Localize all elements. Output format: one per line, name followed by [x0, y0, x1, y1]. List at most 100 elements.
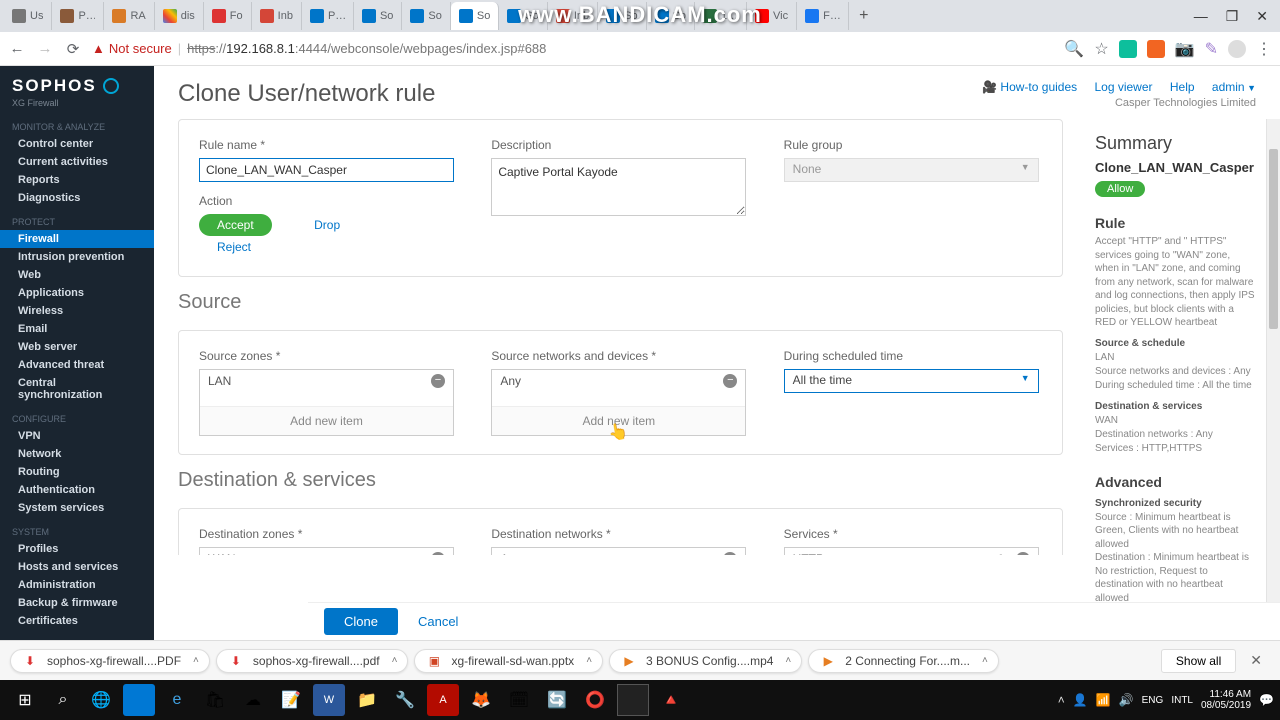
remove-icon[interactable]: −: [723, 374, 737, 388]
tab[interactable]: So: [499, 2, 547, 30]
download-item[interactable]: ⬇sophos-xg-firewall....PDF˄: [10, 649, 210, 673]
clock[interactable]: 11:46 AM08/05/2019: [1201, 689, 1251, 712]
volume-icon[interactable]: 🔊: [1119, 693, 1134, 707]
language-indicator[interactable]: ENG: [1142, 695, 1164, 706]
close-icon[interactable]: ✕: [1256, 8, 1268, 25]
sidebar-item-control-center[interactable]: Control center: [0, 135, 154, 153]
download-item[interactable]: ▶3 BONUS Config....mp4˄: [609, 649, 802, 673]
menu-icon[interactable]: ⋮: [1256, 39, 1272, 59]
sidebar-item-profiles[interactable]: Profiles: [0, 540, 154, 558]
url-field[interactable]: ▲Not secure | https://192.168.8.1:4444/w…: [92, 41, 1054, 56]
sidebar-item-firewall[interactable]: Firewall: [0, 230, 154, 248]
remove-icon[interactable]: −: [1016, 552, 1030, 555]
taskbar-app[interactable]: 📁: [351, 684, 383, 716]
sidebar-item-advanced-threat[interactable]: Advanced threat: [0, 356, 154, 374]
notifications-icon[interactable]: 💬: [1259, 693, 1274, 707]
tab[interactable]: Par: [302, 2, 354, 30]
back-button[interactable]: ←: [8, 40, 26, 57]
tray-icon[interactable]: 👤: [1073, 693, 1088, 707]
tab[interactable]: So: [354, 2, 402, 30]
sidebar-item-routing[interactable]: Routing: [0, 463, 154, 481]
download-item[interactable]: ▶2 Connecting For....m...˄: [808, 649, 999, 673]
taskbar-app[interactable]: W: [313, 684, 345, 716]
sidebar-item-reports[interactable]: Reports: [0, 171, 154, 189]
sidebar-item-central-sync[interactable]: Central synchronization: [0, 374, 154, 404]
tab[interactable]: Psa: [52, 2, 104, 30]
help-link[interactable]: Help: [1170, 80, 1195, 94]
sidebar-item-wireless[interactable]: Wireless: [0, 302, 154, 320]
scrollbar[interactable]: [1266, 119, 1280, 619]
sidebar-item-system-services[interactable]: System services: [0, 499, 154, 517]
search-icon[interactable]: 🔍: [1064, 39, 1084, 59]
taskbar-app[interactable]: A: [427, 684, 459, 716]
taskbar-app[interactable]: 🔄: [541, 684, 573, 716]
sidebar-item-authentication[interactable]: Authentication: [0, 481, 154, 499]
taskbar-app[interactable]: 📝: [275, 684, 307, 716]
tab-active[interactable]: So: [451, 2, 499, 30]
rule-name-input[interactable]: [199, 158, 454, 182]
clone-button[interactable]: Clone: [324, 608, 398, 635]
remove-icon[interactable]: −: [431, 552, 445, 555]
taskbar-app[interactable]: ⭕: [579, 684, 611, 716]
tab[interactable]: 100: [695, 2, 747, 30]
howto-link[interactable]: How-to guides: [982, 80, 1077, 94]
minimize-icon[interactable]: —: [1194, 8, 1208, 25]
action-drop[interactable]: Drop: [296, 214, 358, 236]
dst-net-list[interactable]: Any−: [491, 547, 746, 555]
schedule-select[interactable]: All the time: [784, 369, 1039, 393]
tab[interactable]: So: [647, 2, 695, 30]
forward-button[interactable]: →: [36, 40, 54, 57]
sidebar-item-web[interactable]: Web: [0, 266, 154, 284]
ext-icon[interactable]: [1119, 40, 1137, 58]
action-accept[interactable]: Accept: [199, 214, 272, 236]
rule-group-select[interactable]: None: [784, 158, 1039, 182]
tab[interactable]: Vic: [747, 2, 797, 30]
taskbar-app[interactable]: 🔺: [655, 684, 687, 716]
tab[interactable]: Fo: [204, 2, 252, 30]
admin-menu[interactable]: admin: [1212, 80, 1256, 94]
taskbar-app[interactable]: [617, 684, 649, 716]
ext-icon[interactable]: [1147, 40, 1165, 58]
tab[interactable]: Inb: [252, 2, 302, 30]
sidebar-item-network[interactable]: Network: [0, 445, 154, 463]
edit-icon[interactable]: ✎: [998, 552, 1012, 555]
tab[interactable]: So: [402, 2, 450, 30]
sidebar-item-intrusion[interactable]: Intrusion prevention: [0, 248, 154, 266]
tab[interactable]: So: [598, 2, 646, 30]
tab[interactable]: Us: [4, 2, 52, 30]
sidebar-item-current-activities[interactable]: Current activities: [0, 153, 154, 171]
taskbar-app[interactable]: ☁: [237, 684, 269, 716]
tab[interactable]: Fac: [797, 2, 849, 30]
tray-chevron-icon[interactable]: ˄: [1058, 693, 1065, 707]
remove-icon[interactable]: −: [431, 374, 445, 388]
sidebar-item-web-server[interactable]: Web server: [0, 338, 154, 356]
action-reject[interactable]: Reject: [199, 236, 269, 258]
dst-zones-list[interactable]: WAN−: [199, 547, 454, 555]
wifi-icon[interactable]: 📶: [1096, 693, 1111, 707]
start-button[interactable]: ⊞: [9, 684, 41, 716]
description-input[interactable]: Captive Portal Kayode: [491, 158, 746, 216]
avatar-icon[interactable]: [1228, 40, 1246, 58]
keyboard-indicator[interactable]: INTL: [1171, 695, 1193, 706]
services-list[interactable]: HTTP✎− HTTPS✎−: [784, 547, 1039, 555]
reload-button[interactable]: ⟳: [64, 40, 82, 58]
taskbar-app[interactable]: 🗓: [503, 684, 535, 716]
maximize-icon[interactable]: ❐: [1226, 8, 1239, 25]
sidebar-item-administration[interactable]: Administration: [0, 576, 154, 594]
pen-icon[interactable]: ✎: [1205, 39, 1218, 59]
taskbar-app[interactable]: 🛍: [199, 684, 231, 716]
sidebar-item-email[interactable]: Email: [0, 320, 154, 338]
close-downloads-button[interactable]: ✕: [1242, 652, 1270, 669]
remove-icon[interactable]: −: [723, 552, 737, 555]
tab[interactable]: RA: [104, 2, 154, 30]
download-item[interactable]: ▣xg-firewall-sd-wan.pptx˄: [414, 649, 603, 673]
tab[interactable]: Inb: [548, 2, 598, 30]
add-item-button[interactable]: Add new item: [200, 406, 453, 435]
taskbar-app[interactable]: 🌐: [85, 684, 117, 716]
camera-icon[interactable]: 📷: [1175, 39, 1195, 59]
show-all-button[interactable]: Show all: [1161, 649, 1236, 673]
src-zones-list[interactable]: LAN− Add new item: [199, 369, 454, 436]
taskbar-app[interactable]: e: [161, 684, 193, 716]
taskbar-app[interactable]: 🦊: [465, 684, 497, 716]
taskbar-app[interactable]: [123, 684, 155, 716]
